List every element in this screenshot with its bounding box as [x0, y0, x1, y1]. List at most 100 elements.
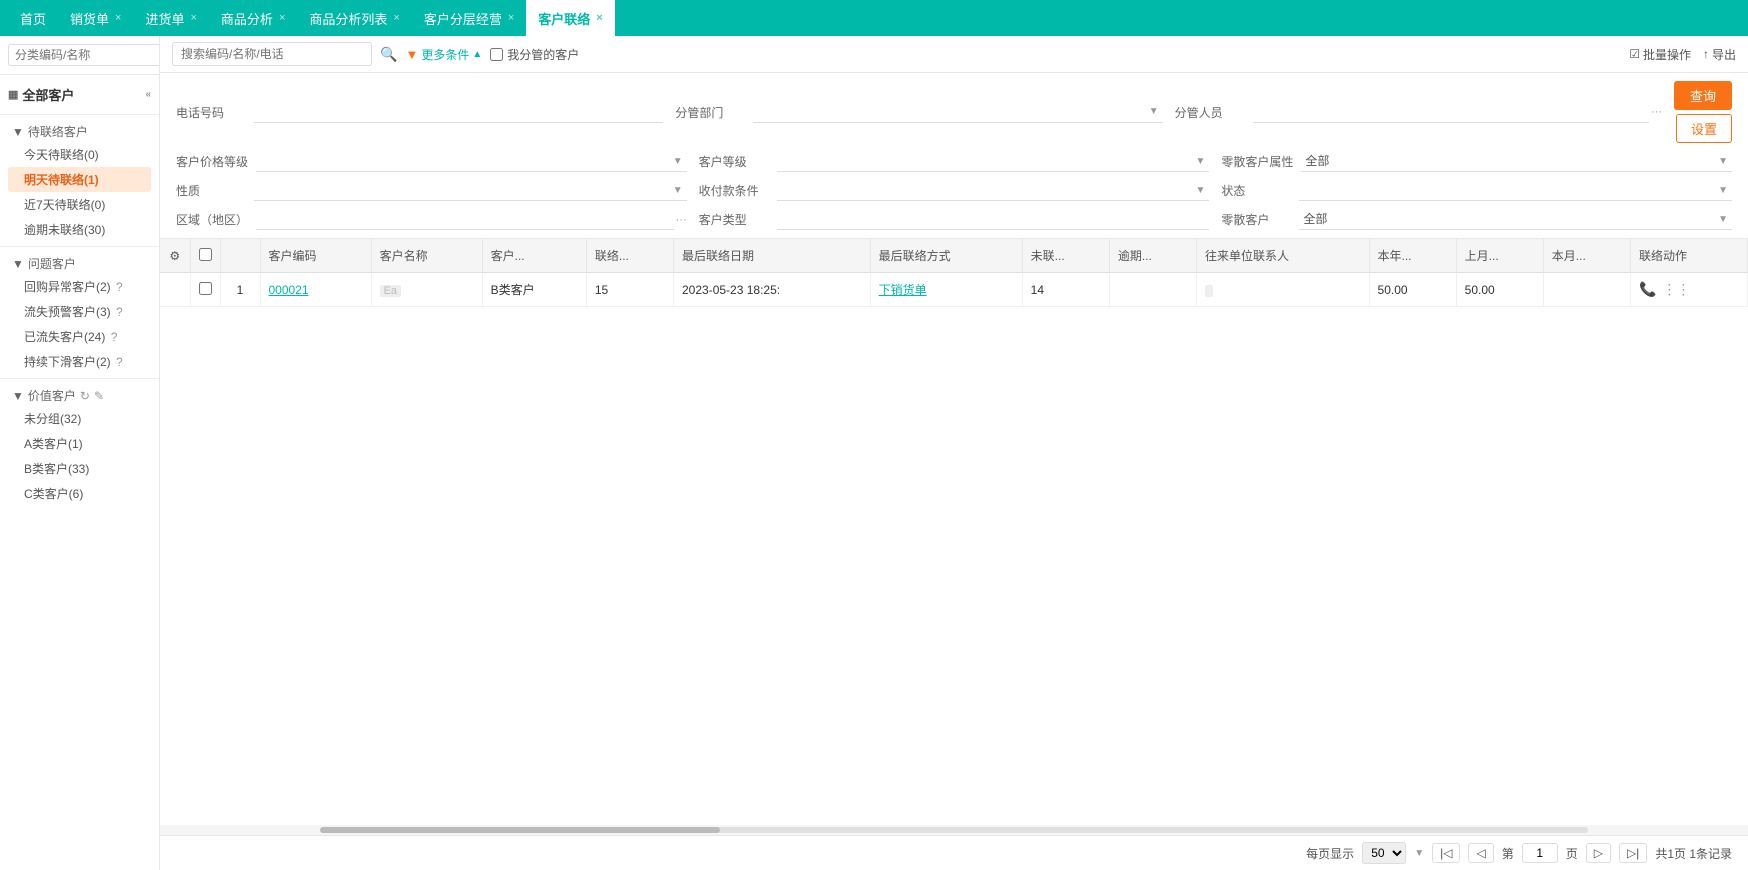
nav-sales-close-icon[interactable]: × — [115, 12, 121, 24]
row-check-cell[interactable] — [190, 273, 220, 307]
sidebar-item-tomorrow[interactable]: 明天待联络(1) — [8, 167, 151, 192]
person-input[interactable] — [1253, 102, 1649, 123]
col-settings-header[interactable]: ⚙ — [160, 239, 190, 273]
problem-customers-group[interactable]: ▼ 问题客户 — [8, 251, 151, 274]
page-size-select[interactable]: 50 — [1362, 842, 1406, 864]
col-last-month-header[interactable]: 上月... — [1456, 239, 1543, 273]
sidebar-item-declining[interactable]: 持续下滑客户(2) ? — [8, 349, 151, 374]
nav-customer-contact[interactable]: 客户联络 × — [526, 0, 614, 36]
region-input[interactable] — [256, 209, 674, 230]
col-code-header[interactable]: 客户编码 — [260, 239, 371, 273]
next-page-button[interactable]: ▷ — [1586, 843, 1611, 863]
nav-product-list[interactable]: 商品分析列表 × — [297, 0, 411, 36]
nav-product-analysis-close-icon[interactable]: × — [279, 12, 285, 24]
per-page-label: 每页显示 — [1306, 845, 1354, 862]
row-unit-contact-cell — [1196, 273, 1369, 307]
dept-select[interactable] — [757, 105, 1158, 119]
set-button[interactable]: 设置 — [1676, 114, 1732, 143]
collapse-icon: « — [145, 89, 151, 100]
col-contact-header[interactable]: 联络... — [586, 239, 673, 273]
sidebar-item-repurchase[interactable]: 回购异常客户(2) ? — [8, 274, 151, 299]
info-icon-4: ? — [116, 355, 123, 369]
contact-method-link[interactable]: 下销货单 — [879, 283, 927, 297]
nav-home[interactable]: 首页 — [8, 0, 58, 36]
pending-contact-group[interactable]: ▼ 待联络客户 — [8, 119, 151, 142]
status-select[interactable] — [1303, 183, 1728, 197]
customer-code-link[interactable]: 000021 — [269, 283, 309, 297]
edit-icon[interactable]: ✎ — [94, 389, 104, 403]
main-layout: 🔍 ▦ 全部客户 « ▼ 待联络客户 今天待联络(0) 明天待联络(1) 近7天… — [0, 36, 1748, 870]
sidebar-item-b-class[interactable]: B类客户(33) — [8, 456, 151, 481]
row-overdue-cell — [1109, 273, 1196, 307]
sidebar-item-week[interactable]: 近7天待联络(0) — [8, 192, 151, 217]
row-more-icon[interactable]: ⋮⋮ — [1662, 281, 1690, 298]
nav-purchase-close-icon[interactable]: × — [190, 12, 196, 24]
nav-customer-contact-close-icon[interactable]: × — [596, 12, 602, 24]
nav-product-list-close-icon[interactable]: × — [393, 12, 399, 24]
col-unit-contact-header[interactable]: 往来单位联系人 — [1196, 239, 1369, 273]
retail-attr-select[interactable]: 全部 — [1305, 154, 1728, 168]
sidebar-item-churned[interactable]: 已流失客户(24) ? — [8, 324, 151, 349]
payment-label: 收付款条件 — [699, 182, 769, 199]
col-no-contact-header[interactable]: 未联... — [1022, 239, 1109, 273]
filter-row-1: 电话号码 分管部门 ▼ 分管人员 ··· 查询 设置 — [176, 81, 1732, 143]
sidebar-item-ungroup[interactable]: 未分组(32) — [8, 406, 151, 431]
row-name-cell[interactable]: Ea — [371, 273, 482, 307]
my-customers-checkbox[interactable] — [490, 48, 503, 61]
sidebar-item-overdue[interactable]: 逾期未联络(30) — [8, 217, 151, 242]
last-page-button[interactable]: ▷| — [1619, 843, 1647, 863]
row-code-cell[interactable]: 000021 — [260, 273, 371, 307]
nav-customer-tier-close-icon[interactable]: × — [508, 12, 514, 24]
search-input[interactable] — [172, 42, 372, 66]
all-customers-header[interactable]: ▦ 全部客户 « — [8, 81, 151, 108]
sidebar-item-churn-warning[interactable]: 流失预警客户(3) ? — [8, 299, 151, 324]
region-field: 区域（地区） ··· — [176, 209, 687, 230]
payment-field: 收付款条件 ▼ — [699, 180, 1210, 201]
ellipsis-icon[interactable]: ··· — [1651, 106, 1662, 118]
col-last-contact-method-header[interactable]: 最后联络方式 — [870, 239, 1022, 273]
row-last-method-cell[interactable]: 下销货单 — [870, 273, 1022, 307]
row-phone-icon[interactable]: 📞 — [1639, 281, 1656, 298]
payment-select[interactable] — [781, 183, 1206, 197]
col-name-header[interactable]: 客户名称 — [371, 239, 482, 273]
scrollbar-thumb[interactable] — [320, 827, 720, 833]
col-check-header[interactable] — [190, 239, 220, 273]
search-button[interactable]: 🔍 — [380, 46, 397, 63]
sidebar-search-input[interactable] — [8, 44, 160, 66]
col-this-year-header[interactable]: 本年... — [1369, 239, 1456, 273]
region-ellipsis-icon[interactable]: ··· — [676, 214, 687, 226]
gender-select[interactable] — [258, 183, 683, 197]
phone-input[interactable] — [254, 102, 663, 123]
nav-purchase[interactable]: 进货单 × — [133, 0, 208, 36]
row-checkbox[interactable] — [199, 282, 212, 295]
more-conditions-button[interactable]: ▼ 更多条件 ▲ — [405, 46, 482, 63]
horizontal-scrollbar[interactable] — [160, 825, 1748, 835]
my-customers-checkbox-label[interactable]: 我分管的客户 — [490, 46, 579, 63]
customer-type-input[interactable] — [777, 209, 1210, 230]
first-page-button[interactable]: |◁ — [1432, 843, 1460, 863]
sidebar-item-c-class[interactable]: C类客户(6) — [8, 481, 151, 506]
price-level-select[interactable] — [260, 154, 683, 168]
current-page-input[interactable] — [1522, 843, 1558, 863]
col-last-contact-date-header[interactable]: 最后联络日期 — [674, 239, 871, 273]
nav-customer-tier[interactable]: 客户分层经营 × — [412, 0, 526, 36]
nav-product-analysis[interactable]: 商品分析 × — [209, 0, 297, 36]
refresh-icon[interactable]: ↻ — [80, 389, 90, 403]
sidebar-item-a-class[interactable]: A类客户(1) — [8, 431, 151, 456]
prev-page-button[interactable]: ◁ — [1468, 843, 1493, 863]
query-button[interactable]: 查询 — [1674, 81, 1732, 110]
filter-row-3: 性质 ▼ 收付款条件 ▼ 状态 — [176, 180, 1732, 201]
customer-level-select[interactable] — [781, 154, 1206, 168]
value-customers-group[interactable]: ▼ 价值客户 ↻ ✎ — [8, 383, 151, 406]
col-overdue-header[interactable]: 逾期... — [1109, 239, 1196, 273]
col-this-month-header[interactable]: 本月... — [1543, 239, 1630, 273]
bulk-ops-button[interactable]: ☑ 批量操作 — [1629, 46, 1691, 63]
select-all-checkbox[interactable] — [199, 248, 212, 261]
filter-row-2: 客户价格等级 ▼ 客户等级 ▼ 零散客户属性 — [176, 151, 1732, 172]
export-button[interactable]: ↑ 导出 — [1703, 46, 1736, 63]
sidebar-item-today[interactable]: 今天待联络(0) — [8, 142, 151, 167]
col-type-header[interactable]: 客户... — [482, 239, 586, 273]
retail-customer-select[interactable]: 全部 — [1303, 212, 1728, 226]
nav-sales[interactable]: 销货单 × — [58, 0, 133, 36]
scrollbar-track[interactable] — [320, 827, 1588, 833]
